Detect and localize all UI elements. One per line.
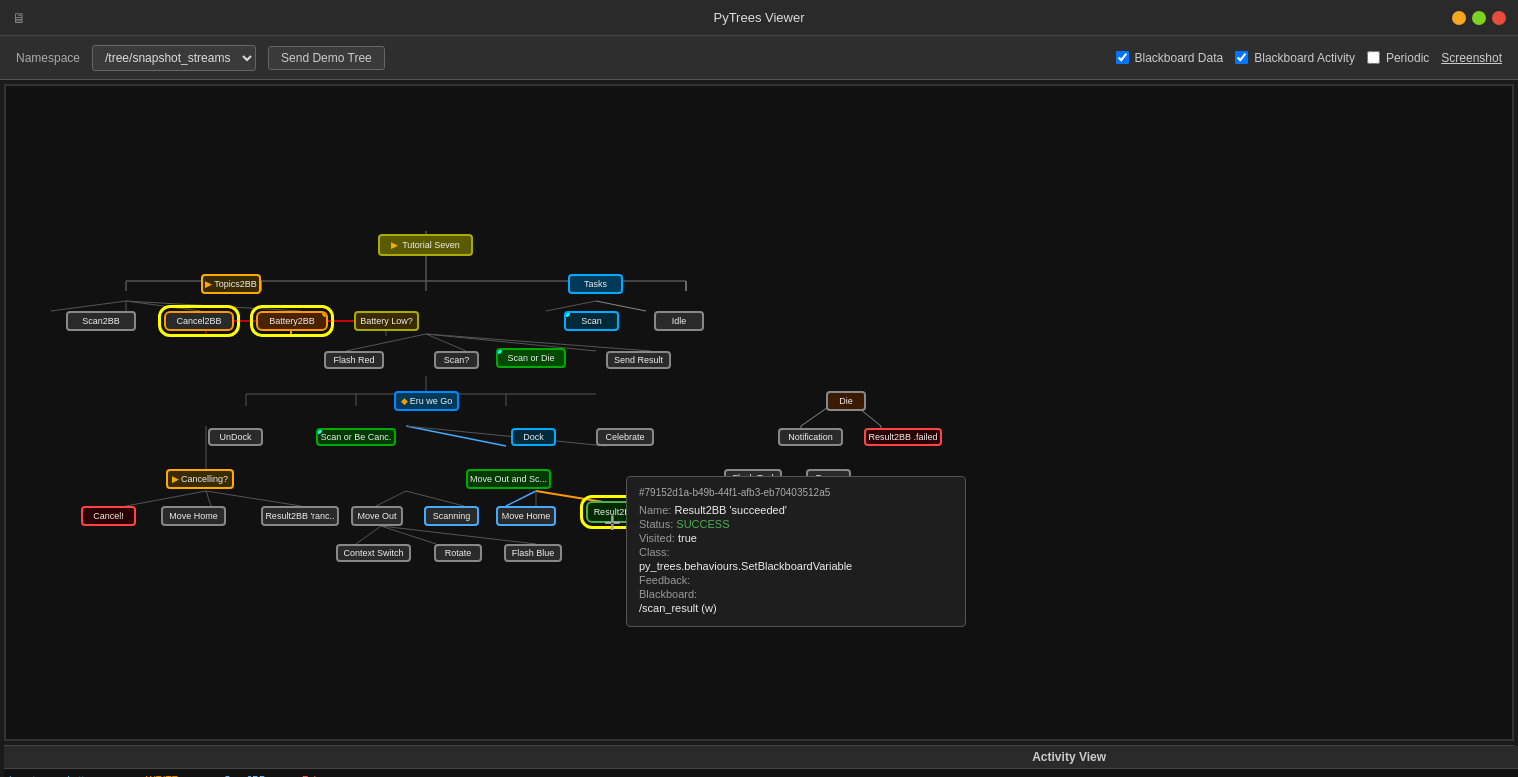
tooltip-visited-label: Visited: bbox=[639, 532, 675, 544]
bottom-panels: Activity View /event_scan_button WRITE S… bbox=[4, 745, 1514, 777]
window-controls bbox=[1452, 11, 1506, 25]
svg-line-30 bbox=[126, 491, 206, 506]
tooltip-status-label: Status: bbox=[639, 518, 673, 530]
node-cancel2bb[interactable]: Cancel2BB bbox=[164, 311, 234, 331]
namespace-select[interactable]: /tree/snapshot_streams bbox=[92, 45, 256, 71]
tooltip-blackboard-value: /scan_result (w) bbox=[639, 602, 717, 614]
maximize-button[interactable] bbox=[1472, 11, 1486, 25]
node-dock[interactable]: Dock bbox=[511, 428, 556, 446]
svg-line-19 bbox=[426, 334, 466, 351]
node-move-home-1[interactable]: Move Home bbox=[161, 506, 226, 526]
svg-line-33 bbox=[376, 491, 406, 506]
tooltip-name-value: Result2BB 'succeeded' bbox=[674, 504, 786, 516]
svg-line-10 bbox=[51, 301, 126, 311]
tooltip-name-label: Name: bbox=[639, 504, 671, 516]
activity-panel: Activity View /event_scan_button WRITE S… bbox=[4, 746, 1518, 777]
tooltip-status-value: SUCCESS bbox=[676, 518, 729, 530]
node-celebrate[interactable]: Celebrate bbox=[596, 428, 654, 446]
node-move-out[interactable]: Move Out bbox=[351, 506, 403, 526]
node-die[interactable]: Die bbox=[826, 391, 866, 411]
window-title: PyTrees Viewer bbox=[713, 10, 804, 25]
node-result2bb-failed[interactable]: Result2BB .failed bbox=[864, 428, 942, 446]
send-demo-button[interactable]: Send Demo Tree bbox=[268, 46, 385, 70]
node-tasks[interactable]: Tasks bbox=[568, 274, 623, 294]
tooltip-id: #79152d1a-b49b-44f1-afb3-eb70403512a5 bbox=[639, 487, 953, 498]
node-idle[interactable]: Idle bbox=[654, 311, 704, 331]
activity-panel-content[interactable]: /event_scan_button WRITE Scan2BB False /… bbox=[4, 769, 1518, 777]
move-cursor-icon: ✛ bbox=[604, 511, 621, 535]
tree-connections bbox=[6, 86, 1512, 739]
node-scan-or-be-canc[interactable]: Scan or Be Canc. bbox=[316, 428, 396, 446]
tree-canvas-area[interactable]: ▶Tutorial Seven ▶Topics2BB Tasks Scan2BB… bbox=[4, 84, 1514, 741]
svg-line-38 bbox=[356, 526, 381, 544]
svg-line-39 bbox=[381, 526, 436, 544]
node-flash-red-1[interactable]: Flash Red bbox=[324, 351, 384, 369]
tooltip-popup: #79152d1a-b49b-44f1-afb3-eb70403512a5 Na… bbox=[626, 476, 966, 627]
svg-line-32 bbox=[206, 491, 301, 506]
node-scan-q[interactable]: Scan? bbox=[434, 351, 479, 369]
svg-line-28 bbox=[406, 426, 506, 446]
svg-line-40 bbox=[381, 526, 536, 544]
namespace-label: Namespace bbox=[16, 51, 80, 65]
node-scan[interactable]: Scan bbox=[564, 311, 619, 331]
close-button[interactable] bbox=[1492, 11, 1506, 25]
tooltip-class-label: Class: bbox=[639, 546, 670, 558]
node-scanning[interactable]: Scanning bbox=[424, 506, 479, 526]
tooltip-class-value: py_trees.behaviours.SetBlackboardVariabl… bbox=[639, 560, 852, 572]
node-eru-we-go[interactable]: ◆Eru we Go bbox=[394, 391, 459, 411]
blackboard-data-checkbox[interactable] bbox=[1116, 51, 1129, 64]
blackboard-activity-label: Blackboard Activity bbox=[1254, 51, 1355, 65]
node-scan2bb[interactable]: Scan2BB bbox=[66, 311, 136, 331]
svg-line-11 bbox=[126, 301, 301, 311]
node-flash-blue[interactable]: Flash Blue bbox=[504, 544, 562, 562]
periodic-checkbox[interactable] bbox=[1367, 51, 1380, 64]
blackboard-data-checkbox-group: Blackboard Data bbox=[1116, 51, 1224, 65]
svg-line-12 bbox=[546, 301, 596, 311]
node-cancelling[interactable]: ▶Cancelling? bbox=[166, 469, 234, 489]
node-topics2bb[interactable]: ▶Topics2BB bbox=[201, 274, 261, 294]
minimize-button[interactable] bbox=[1452, 11, 1466, 25]
tooltip-blackboard-label: Blackboard: bbox=[639, 588, 697, 600]
activity-panel-header: Activity View bbox=[4, 746, 1518, 769]
svg-line-34 bbox=[406, 491, 464, 506]
periodic-checkbox-group: Periodic bbox=[1367, 51, 1429, 65]
titlebar: 🖥 PyTrees Viewer bbox=[0, 0, 1518, 36]
svg-line-29 bbox=[406, 426, 606, 446]
node-notification[interactable]: Notification bbox=[778, 428, 843, 446]
svg-line-31 bbox=[206, 491, 211, 506]
blackboard-data-label: Blackboard Data bbox=[1135, 51, 1224, 65]
periodic-label: Periodic bbox=[1386, 51, 1429, 65]
blackboard-activity-checkbox-group: Blackboard Activity bbox=[1235, 51, 1355, 65]
activity-row: /event_scan_button WRITE Scan2BB False bbox=[8, 773, 1518, 777]
screenshot-button[interactable]: Screenshot bbox=[1441, 51, 1502, 65]
node-undock[interactable]: UnDock bbox=[208, 428, 263, 446]
svg-line-35 bbox=[506, 491, 536, 506]
tooltip-visited-value: true bbox=[678, 532, 697, 544]
node-tutorial-seven[interactable]: ▶Tutorial Seven bbox=[378, 234, 473, 256]
node-cancel[interactable]: Cancel! bbox=[81, 506, 136, 526]
svg-line-18 bbox=[346, 334, 426, 351]
svg-line-8 bbox=[126, 301, 201, 311]
node-send-result[interactable]: Send Result bbox=[606, 351, 671, 369]
node-battery2bb[interactable]: Battery2BB bbox=[256, 311, 328, 331]
blackboard-activity-checkbox[interactable] bbox=[1235, 51, 1248, 64]
node-scan-or-die[interactable]: Scan or Die bbox=[496, 348, 566, 368]
node-rotate[interactable]: Rotate bbox=[434, 544, 482, 562]
tooltip-feedback-label: Feedback: bbox=[639, 574, 690, 586]
svg-line-13 bbox=[596, 301, 646, 311]
toolbar: Namespace /tree/snapshot_streams Send De… bbox=[0, 36, 1518, 80]
node-context-switch[interactable]: Context Switch bbox=[336, 544, 411, 562]
node-battery-low[interactable]: Battery Low? bbox=[354, 311, 419, 331]
node-move-home-2[interactable]: Move Home bbox=[496, 506, 556, 526]
node-result2bb-ranc[interactable]: Result2BB 'ranc.. bbox=[261, 506, 339, 526]
node-move-out-sc[interactable]: Move Out and Sc... bbox=[466, 469, 551, 489]
window-icon: 🖥 bbox=[12, 10, 26, 26]
